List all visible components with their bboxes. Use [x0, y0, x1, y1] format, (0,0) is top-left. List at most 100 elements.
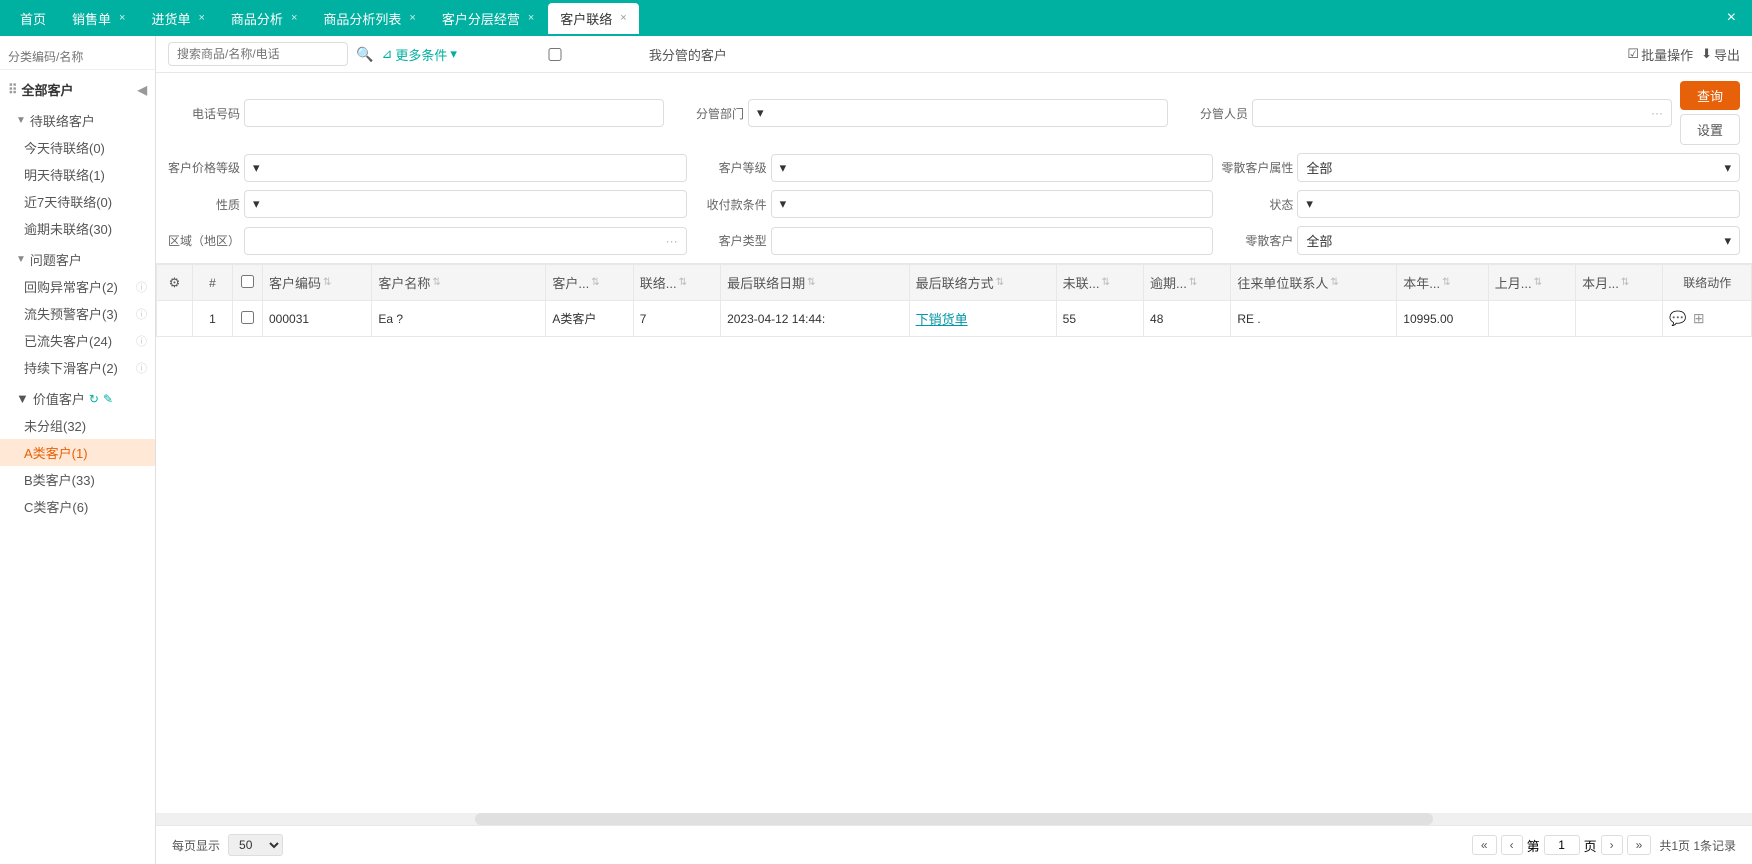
col-settings[interactable]: ⚙ — [157, 265, 193, 301]
batch-op-btn[interactable]: ☑ 批量操作 — [1627, 45, 1693, 64]
sidebar-item-class-a[interactable]: A类客户(1) — [0, 439, 155, 466]
settings-button[interactable]: 设置 — [1680, 114, 1740, 145]
tab-purchase[interactable]: 进货单 × — [139, 3, 216, 34]
field-dept-label: 分管部门 — [672, 105, 744, 122]
close-customer-contact-tab[interactable]: × — [620, 12, 626, 24]
close-customer-segment-tab[interactable]: × — [528, 12, 534, 24]
filter-row-1: 电话号码 分管部门 ▾ 分管人员 ··· 查询 设置 — [168, 81, 1740, 145]
sidebar-pending-title[interactable]: ▼ 待联络客户 — [0, 107, 155, 134]
field-customer-level: 客户等级 ▾ — [695, 154, 1214, 182]
field-manager: 分管人员 ··· — [1176, 99, 1672, 127]
chat-icon[interactable]: 💬 — [1669, 310, 1686, 327]
field-customer-type-label: 客户类型 — [695, 232, 767, 249]
page-number-input[interactable] — [1544, 835, 1580, 855]
col-contact[interactable]: 联络... ⇅ — [633, 265, 720, 301]
close-purchase-tab[interactable]: × — [198, 12, 204, 24]
tab-customer-segment[interactable]: 客户分层经营 × — [430, 3, 546, 34]
sidebar-value-section: ▼ 价值客户 ↻ ✎ 未分组(32) A类客户(1) B类客户(33) C类客户… — [0, 383, 155, 522]
col-company-contact[interactable]: 往来单位联系人 ⇅ — [1231, 265, 1397, 301]
sidebar-problem-title[interactable]: ▼ 问题客户 — [0, 246, 155, 273]
field-region-label: 区域（地区） — [168, 232, 240, 249]
tab-product-analysis[interactable]: 商品分析 × — [219, 3, 309, 34]
col-no-contact[interactable]: 未联... ⇅ — [1056, 265, 1143, 301]
first-page-btn[interactable]: « — [1472, 835, 1497, 855]
close-sales-tab[interactable]: × — [119, 12, 125, 24]
query-button[interactable]: 查询 — [1680, 81, 1740, 110]
field-price-level-select[interactable]: ▾ — [244, 154, 687, 182]
sidebar-item-week[interactable]: 近7天待联络(0) — [0, 188, 155, 215]
my-customer-checkbox-group: 我分管的客户 — [465, 45, 727, 64]
sidebar-item-class-b[interactable]: B类客户(33) — [0, 466, 155, 493]
sidebar-item-today[interactable]: 今天待联络(0) — [0, 134, 155, 161]
field-status-select[interactable]: ▾ — [1297, 190, 1740, 218]
field-retail-select[interactable]: 全部 ▾ — [1297, 226, 1740, 255]
export-btn[interactable]: ⬇ 导出 — [1701, 45, 1740, 64]
more-filter-btn[interactable]: ⊿ 更多条件 ▾ — [381, 45, 456, 64]
col-last-contact-method[interactable]: 最后联络方式 ⇅ — [909, 265, 1056, 301]
field-nature: 性质 ▾ — [168, 190, 687, 218]
field-nature-select[interactable]: ▾ — [244, 190, 687, 218]
sidebar-value-header[interactable]: ▼ 价值客户 ↻ ✎ — [0, 385, 155, 412]
horizontal-scrollbar[interactable] — [156, 813, 1752, 825]
tab-product-analysis-list[interactable]: 商品分析列表 × — [311, 3, 427, 34]
main-search-icon[interactable]: 🔍 — [356, 46, 373, 63]
contact-method-link[interactable]: 下销货单 — [916, 312, 968, 327]
grid-icon[interactable]: ⊞ — [1693, 310, 1705, 327]
sidebar-item-declining[interactable]: 持续下滑客户(2) ⓘ — [0, 354, 155, 381]
sidebar-item-overdue[interactable]: 逾期未联络(30) — [0, 215, 155, 242]
field-customer-level-select[interactable]: ▾ — [771, 154, 1214, 182]
close-all-tabs[interactable]: × — [1719, 5, 1744, 31]
field-manager-input[interactable]: ··· — [1252, 99, 1672, 127]
col-this-year[interactable]: 本年... ⇅ — [1397, 265, 1488, 301]
row-checkbox[interactable] — [241, 311, 254, 324]
sort-icon-contact: ⇅ — [679, 277, 687, 288]
top-nav: 首页 销售单 × 进货单 × 商品分析 × 商品分析列表 × 客户分层经营 × … — [0, 0, 1752, 36]
sort-icon-name: ⇅ — [432, 277, 440, 288]
cell-contact: 7 — [633, 301, 720, 337]
last-page-btn[interactable]: » — [1627, 835, 1652, 855]
sidebar-item-churned[interactable]: 已流失客户(24) ⓘ — [0, 327, 155, 354]
col-type[interactable]: 客户... ⇅ — [546, 265, 633, 301]
field-customer-type-input[interactable] — [771, 227, 1214, 255]
next-page-btn[interactable]: › — [1601, 835, 1623, 855]
sidebar-item-churn-warning[interactable]: 流失预警客户(3) ⓘ — [0, 300, 155, 327]
sidebar-search-container: 🔍 — [0, 44, 155, 70]
sidebar-item-tomorrow[interactable]: 明天待联络(1) — [0, 161, 155, 188]
field-phone-input[interactable] — [244, 99, 664, 127]
sidebar-item-abnormal[interactable]: 回购异常客户(2) ⓘ — [0, 273, 155, 300]
close-product-list-tab[interactable]: × — [409, 12, 415, 24]
my-customer-checkbox[interactable] — [465, 48, 645, 61]
tab-customer-contact[interactable]: 客户联络 × — [548, 3, 638, 34]
cell-num: 1 — [193, 301, 233, 337]
sidebar-item-unclassified[interactable]: 未分组(32) — [0, 412, 155, 439]
col-overdue[interactable]: 逾期... ⇅ — [1144, 265, 1231, 301]
select-all-checkbox[interactable] — [241, 275, 254, 288]
filter-row-3: 性质 ▾ 收付款条件 ▾ 状态 ▾ — [168, 190, 1740, 218]
tab-home[interactable]: 首页 — [8, 3, 58, 34]
tab-sales[interactable]: 销售单 × — [60, 3, 137, 34]
prev-page-btn[interactable]: ‹ — [1501, 835, 1523, 855]
col-name[interactable]: 客户名称 ⇅ — [372, 265, 546, 301]
per-page-select[interactable]: 50 100 200 — [228, 834, 283, 856]
cell-this-month — [1576, 301, 1663, 337]
ellipsis-icon2: ··· — [666, 234, 678, 248]
main-layout: 🔍 ⠿ 全部客户 ◀ ▼ 待联络客户 今天待联络(0) 明天待联络(1) 近7天… — [0, 36, 1752, 864]
pagination: « ‹ 第 页 › » — [1472, 835, 1651, 855]
sidebar-search-input[interactable] — [8, 50, 156, 64]
field-region-input[interactable]: ··· — [244, 227, 687, 255]
col-last-month[interactable]: 上月... ⇅ — [1488, 265, 1575, 301]
settings-icon[interactable]: ⚙ — [169, 275, 181, 290]
field-retail-attr-select[interactable]: 全部 ▾ — [1297, 153, 1740, 182]
field-dept-select[interactable]: ▾ — [748, 99, 1168, 127]
field-payment-select[interactable]: ▾ — [771, 190, 1214, 218]
sidebar-item-class-c[interactable]: C类客户(6) — [0, 493, 155, 520]
main-search-input[interactable] — [168, 42, 348, 66]
col-last-contact-date[interactable]: 最后联络日期 ⇅ — [721, 265, 910, 301]
close-product-analysis-tab[interactable]: × — [291, 12, 297, 24]
sidebar-all-customers-header[interactable]: ⠿ 全部客户 ◀ — [0, 74, 155, 105]
col-code[interactable]: 客户编码 ⇅ — [263, 265, 372, 301]
field-retail: 零散客户 全部 ▾ — [1221, 226, 1740, 255]
col-this-month[interactable]: 本月... ⇅ — [1576, 265, 1663, 301]
refresh-icon[interactable]: ↻ — [89, 392, 99, 406]
edit-icon[interactable]: ✎ — [103, 392, 113, 406]
